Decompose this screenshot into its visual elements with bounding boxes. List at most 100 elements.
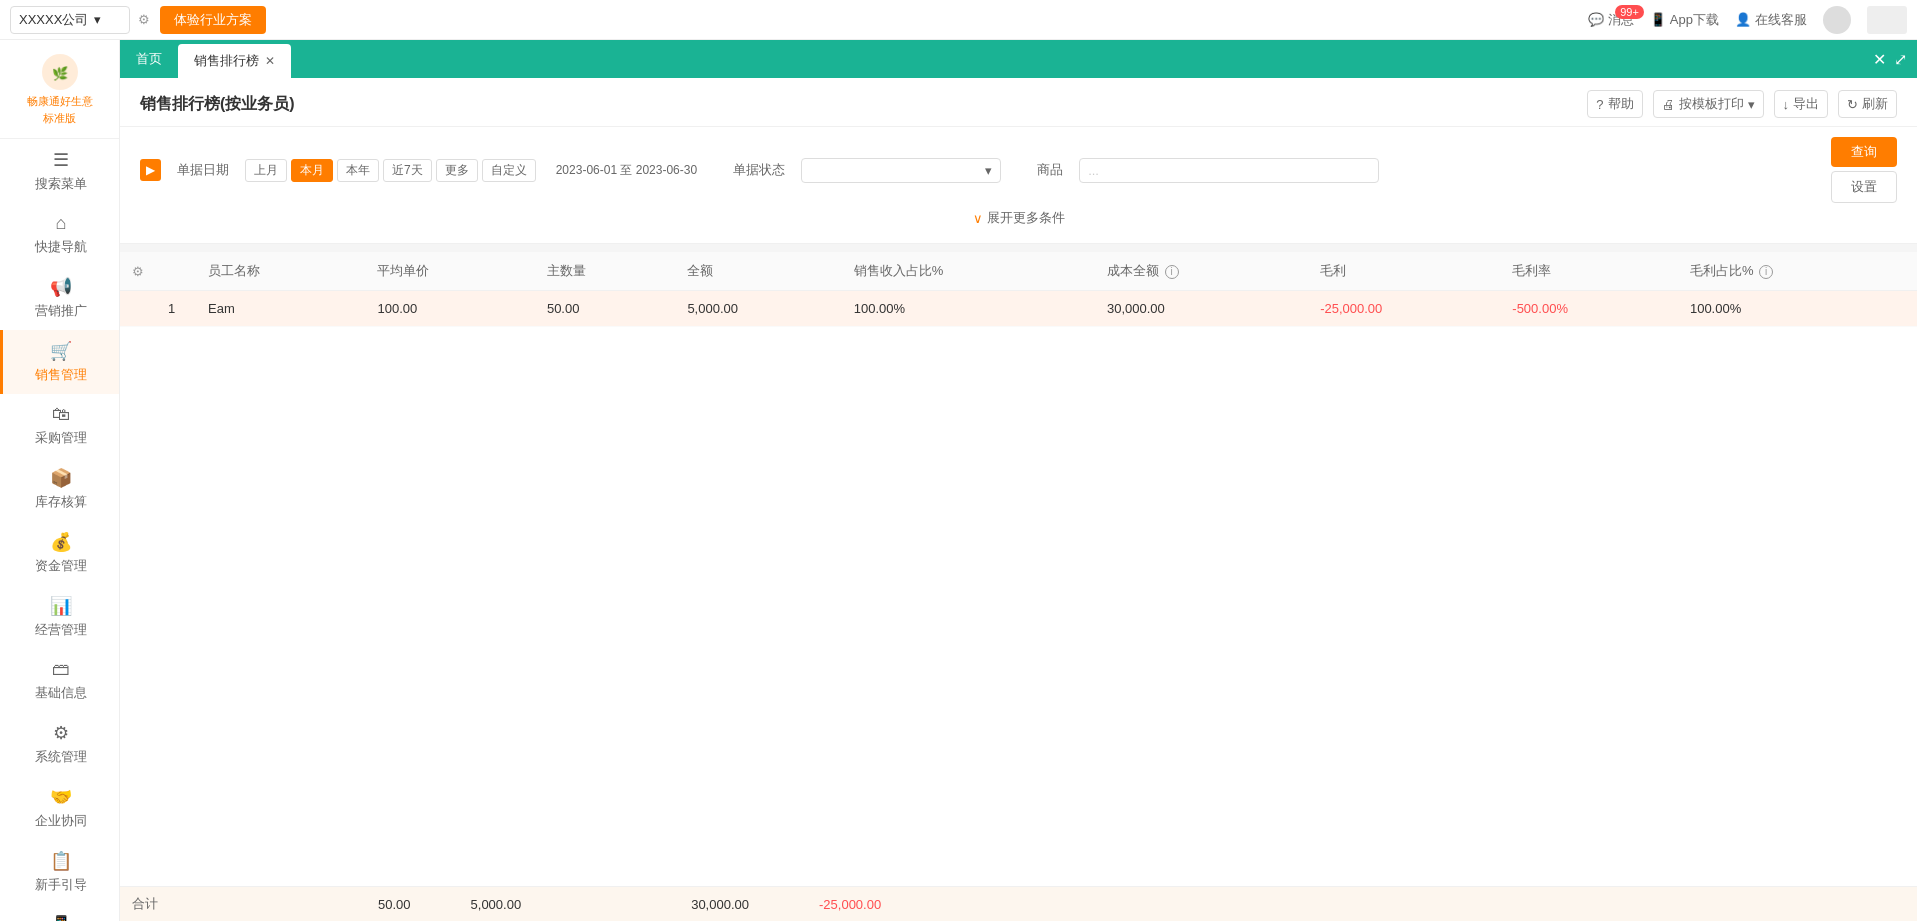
col-cost: 成本全额 i (1095, 252, 1308, 291)
content-area: 首页 销售排行榜 ✕ ✕ ⤢ 销售排行榜(按业务员) ? 帮助 (120, 40, 1917, 921)
column-settings-icon[interactable]: ⚙ (132, 264, 144, 279)
tab-home[interactable]: 首页 (120, 40, 178, 78)
date-range: 2023-06-01 至 2023-06-30 (556, 162, 697, 179)
header-right: 💬 消息 99+ 📱 App下载 👤 在线客服 (1588, 6, 1907, 34)
search-menu-icon: ☰ (53, 149, 69, 171)
cost-info-icon[interactable]: i (1165, 265, 1179, 279)
tab-sales-rank-label: 销售排行榜 (194, 52, 259, 70)
app-icon: 📱 (1650, 12, 1666, 27)
app-download-button[interactable]: 📱 App下载 (1650, 11, 1719, 29)
sidebar-item-quick-nav[interactable]: ⌂ 快捷导航 (0, 203, 119, 266)
messages-button[interactable]: 💬 消息 99+ (1588, 11, 1634, 29)
system-icon: ⚙ (53, 722, 69, 744)
tab-sales-rank[interactable]: 销售排行榜 ✕ (178, 44, 291, 78)
print-icon: 🖨 (1662, 97, 1675, 112)
filter-toggle-btn[interactable]: ▶ (140, 159, 161, 181)
trial-button[interactable]: 体验行业方案 (160, 6, 266, 34)
sales-icon: 🛒 (50, 340, 72, 362)
cell-cost: 30,000.00 (1095, 291, 1308, 327)
date-btn-more[interactable]: 更多 (436, 159, 478, 182)
service-icon: 👤 (1735, 12, 1751, 27)
date-btn-this-month[interactable]: 本月 (291, 159, 333, 182)
finance-icon: 💰 (50, 531, 72, 553)
cell-settings (120, 291, 156, 327)
help-button[interactable]: ? 帮助 (1587, 90, 1642, 118)
sidebar-label-enterprise: 企业协同 (35, 812, 87, 830)
operations-icon: 📊 (50, 595, 72, 617)
grosspct-info-icon[interactable]: i (1759, 265, 1773, 279)
sidebar-item-newbie[interactable]: 📋 新手引导 (0, 840, 119, 904)
col-qty: 主数量 (535, 252, 675, 291)
goods-label: 商品 (1037, 161, 1063, 179)
print-button[interactable]: 🖨 按模板打印 ▾ (1653, 90, 1764, 118)
sidebar-label-search: 搜索菜单 (35, 175, 87, 193)
sidebar-item-operations[interactable]: 📊 经营管理 (0, 585, 119, 649)
sidebar-item-sales[interactable]: 🛒 销售管理 (0, 330, 119, 394)
tab-bar: 首页 销售排行榜 ✕ ✕ ⤢ (120, 40, 1917, 78)
apps-icon: 📱 (50, 914, 72, 921)
logo-svg: 🌿 (40, 52, 80, 92)
date-label: 单据日期 (177, 161, 229, 179)
marketing-icon: 📢 (50, 276, 72, 298)
company-selector[interactable]: XXXXX公司 ▾ (10, 6, 130, 34)
sidebar-item-purchase[interactable]: 🛍 采购管理 (0, 394, 119, 457)
avatar[interactable] (1823, 6, 1851, 34)
main-layout: 🌿 畅康通好生意 标准版 ☰ 搜索菜单 ⌂ 快捷导航 📢 营销推广 🛒 销售管理… (0, 40, 1917, 921)
status-select[interactable]: ▾ (801, 158, 1001, 183)
cell-sales-pct: 100.00% (842, 291, 1095, 327)
col-rank (156, 252, 196, 291)
settings-icon[interactable]: ⚙ (138, 12, 150, 27)
sidebar-label-quicknav: 快捷导航 (35, 238, 87, 256)
sidebar-item-apps[interactable]: 📱 应用中心 (0, 904, 119, 921)
expand-more-label: 展开更多条件 (987, 209, 1065, 227)
goods-select[interactable]: ... (1079, 158, 1379, 183)
tab-close-icon[interactable]: ✕ (265, 54, 275, 68)
sidebar-item-search-orders[interactable]: ☰ 搜索菜单 (0, 139, 119, 203)
footer-total-label: 合计 (132, 895, 158, 913)
footer-amount-cell: 5,000.00 (471, 897, 522, 912)
sidebar-item-marketing[interactable]: 📢 营销推广 (0, 266, 119, 330)
page-content: 销售排行榜(按业务员) ? 帮助 🖨 按模板打印 ▾ ↓ 导出 (120, 78, 1917, 921)
filter-area: ▶ 单据日期 上月 本月 本年 近7天 更多 自定义 2023-06-01 至 … (120, 127, 1917, 244)
col-gross-rate: 毛利率 (1500, 252, 1678, 291)
sidebar-label-finance: 资金管理 (35, 557, 87, 575)
cell-gross-rate: -500.00% (1500, 291, 1678, 327)
refresh-button[interactable]: ↻ 刷新 (1838, 90, 1897, 118)
date-btn-custom[interactable]: 自定义 (482, 159, 536, 182)
online-service-button[interactable]: 👤 在线客服 (1735, 11, 1807, 29)
cell-employee: Eam (196, 291, 365, 327)
sidebar-item-inventory[interactable]: 📦 库存核算 (0, 457, 119, 521)
col-gross-pct: 毛利占比% i (1678, 252, 1917, 291)
filter-buttons: 查询 设置 (1831, 137, 1897, 203)
sidebar-item-basics[interactable]: 🗃 基础信息 (0, 649, 119, 712)
tab-restore-icon[interactable]: ⤢ (1894, 50, 1907, 69)
sidebar-label-sales: 销售管理 (35, 366, 87, 384)
footer-qty: 50.00 (378, 897, 411, 912)
cell-qty: 50.00 (535, 291, 675, 327)
date-btn-7days[interactable]: 近7天 (383, 159, 432, 182)
date-btn-this-year[interactable]: 本年 (337, 159, 379, 182)
user-menu[interactable] (1867, 6, 1907, 34)
cell-gross-pct: 100.00% (1678, 291, 1917, 327)
inventory-icon: 📦 (50, 467, 72, 489)
sidebar-item-finance[interactable]: 💰 资金管理 (0, 521, 119, 585)
col-avg-price: 平均单价 (365, 252, 534, 291)
export-button[interactable]: ↓ 导出 (1774, 90, 1829, 118)
expand-more-row[interactable]: ∨ 展开更多条件 (140, 203, 1897, 233)
sidebar-item-system[interactable]: ⚙ 系统管理 (0, 712, 119, 776)
basics-icon: 🗃 (52, 659, 70, 680)
sidebar-item-enterprise[interactable]: 🤝 企业协同 (0, 776, 119, 840)
col-amount: 全额 (675, 252, 841, 291)
sidebar: 🌿 畅康通好生意 标准版 ☰ 搜索菜单 ⌂ 快捷导航 📢 营销推广 🛒 销售管理… (0, 40, 120, 921)
cell-avg-price: 100.00 (365, 291, 534, 327)
table-container: ⚙ 员工名称 平均单价 主数量 全额 销售收入占比% 成本全额 i (120, 252, 1917, 886)
tab-close-all-icon[interactable]: ✕ (1873, 50, 1886, 69)
chevron-down-icon: ∨ (973, 211, 983, 226)
date-btn-last-month[interactable]: 上月 (245, 159, 287, 182)
cell-amount: 5,000.00 (675, 291, 841, 327)
query-button[interactable]: 查询 (1831, 137, 1897, 167)
help-icon: ? (1596, 97, 1603, 112)
sidebar-label-operations: 经营管理 (35, 621, 87, 639)
message-icon: 💬 (1588, 12, 1604, 27)
column-settings-button[interactable]: 设置 (1831, 171, 1897, 203)
